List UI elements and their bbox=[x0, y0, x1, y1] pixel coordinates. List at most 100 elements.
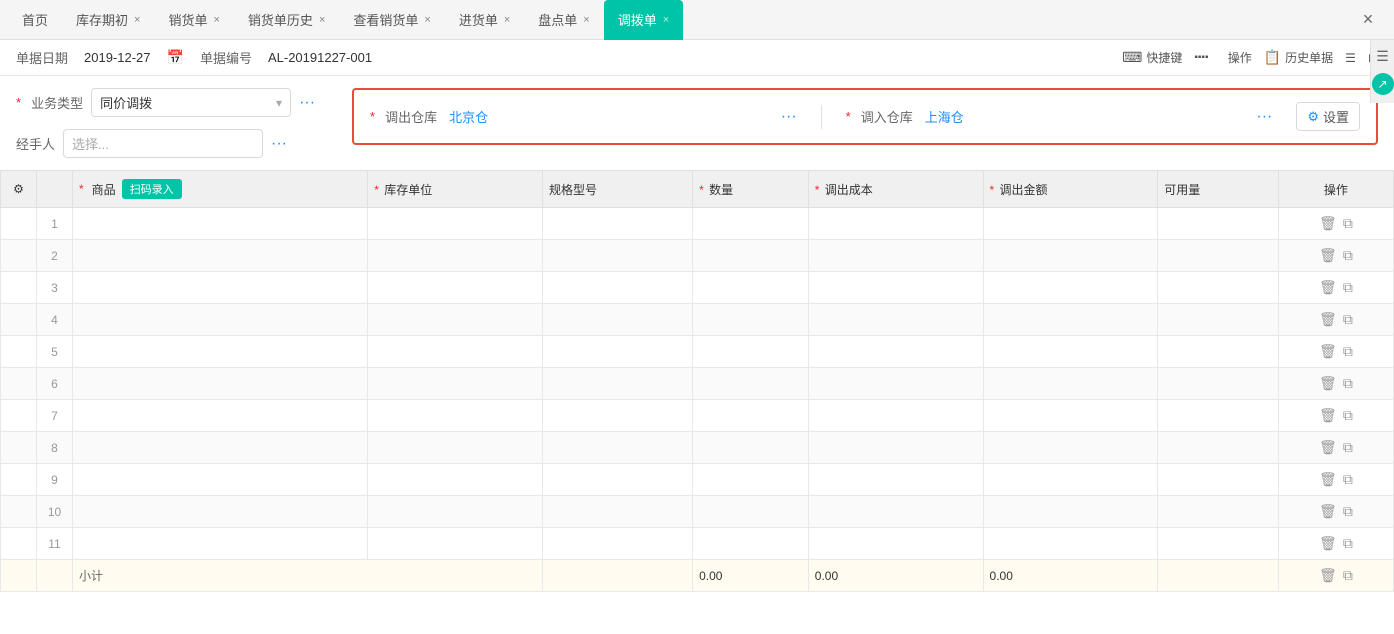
row-product-cell[interactable] bbox=[73, 400, 368, 432]
row-amount-cell[interactable] bbox=[983, 336, 1158, 368]
row-qty-cell[interactable] bbox=[693, 208, 809, 240]
row-spec-cell[interactable] bbox=[542, 304, 692, 336]
row-qty-cell[interactable] bbox=[693, 336, 809, 368]
window-close-button[interactable]: × bbox=[1350, 2, 1386, 38]
row-spec-cell[interactable] bbox=[542, 336, 692, 368]
sidebar-link-icon[interactable]: ↗ bbox=[1372, 73, 1394, 95]
row-product-cell[interactable] bbox=[73, 240, 368, 272]
row-unit-cell[interactable] bbox=[368, 240, 543, 272]
business-type-more-button[interactable]: ··· bbox=[299, 94, 315, 112]
tab-purchase-order[interactable]: 进货单 × bbox=[445, 0, 524, 40]
row-unit-cell[interactable] bbox=[368, 208, 543, 240]
row-product-cell[interactable] bbox=[73, 304, 368, 336]
row-cost-cell[interactable] bbox=[808, 464, 983, 496]
row-product-cell[interactable] bbox=[73, 432, 368, 464]
row-cost-cell[interactable] bbox=[808, 368, 983, 400]
row-unit-cell[interactable] bbox=[368, 304, 543, 336]
row-qty-cell[interactable] bbox=[693, 400, 809, 432]
tab-inventory-init[interactable]: 库存期初 × bbox=[62, 0, 154, 40]
delete-icon[interactable]: 🗑 bbox=[1319, 439, 1337, 456]
row-unit-cell[interactable] bbox=[368, 336, 543, 368]
tab-inventory-check-close[interactable]: × bbox=[583, 14, 589, 26]
delete-icon[interactable]: 🗑 bbox=[1319, 279, 1337, 296]
row-cost-cell[interactable] bbox=[808, 304, 983, 336]
tab-purchase-order-close[interactable]: × bbox=[504, 14, 510, 26]
row-product-cell[interactable] bbox=[73, 496, 368, 528]
row-qty-cell[interactable] bbox=[693, 432, 809, 464]
row-amount-cell[interactable] bbox=[983, 432, 1158, 464]
row-amount-cell[interactable] bbox=[983, 496, 1158, 528]
delete-icon[interactable]: 🗑 bbox=[1319, 247, 1337, 264]
copy-icon[interactable]: ⧉ bbox=[1343, 215, 1353, 232]
delete-icon[interactable]: 🗑 bbox=[1319, 407, 1337, 424]
business-type-select[interactable]: 同价调拨 ▾ bbox=[91, 88, 291, 117]
row-product-cell[interactable] bbox=[73, 336, 368, 368]
row-unit-cell[interactable] bbox=[368, 528, 543, 560]
subtotal-copy-icon[interactable]: ⧉ bbox=[1343, 567, 1353, 584]
row-spec-cell[interactable] bbox=[542, 368, 692, 400]
row-spec-cell[interactable] bbox=[542, 400, 692, 432]
row-qty-cell[interactable] bbox=[693, 528, 809, 560]
row-amount-cell[interactable] bbox=[983, 272, 1158, 304]
row-amount-cell[interactable] bbox=[983, 208, 1158, 240]
row-cost-cell[interactable] bbox=[808, 528, 983, 560]
row-product-cell[interactable] bbox=[73, 464, 368, 496]
delete-icon[interactable]: 🗑 bbox=[1319, 215, 1337, 232]
shortcut-button[interactable]: ⌨ 快捷键 bbox=[1122, 49, 1182, 66]
row-spec-cell[interactable] bbox=[542, 272, 692, 304]
copy-icon[interactable]: ⧉ bbox=[1343, 311, 1353, 328]
operation-button[interactable]: ▪▪▪▪ 操作 bbox=[1194, 49, 1251, 66]
history-button[interactable]: 📋 历史单据 bbox=[1264, 49, 1333, 66]
row-qty-cell[interactable] bbox=[693, 496, 809, 528]
delete-icon[interactable]: 🗑 bbox=[1319, 471, 1337, 488]
row-qty-cell[interactable] bbox=[693, 240, 809, 272]
copy-icon[interactable]: ⧉ bbox=[1343, 247, 1353, 264]
row-amount-cell[interactable] bbox=[983, 400, 1158, 432]
row-cost-cell[interactable] bbox=[808, 336, 983, 368]
delete-icon[interactable]: 🗑 bbox=[1319, 343, 1337, 360]
tab-transfer-order-close[interactable]: × bbox=[663, 14, 669, 26]
warehouse-in-more-button[interactable]: ··· bbox=[1256, 108, 1272, 126]
row-unit-cell[interactable] bbox=[368, 272, 543, 304]
row-product-cell[interactable] bbox=[73, 208, 368, 240]
row-cost-cell[interactable] bbox=[808, 272, 983, 304]
row-qty-cell[interactable] bbox=[693, 272, 809, 304]
row-cost-cell[interactable] bbox=[808, 496, 983, 528]
settings-button[interactable]: ⚙ 设置 bbox=[1296, 102, 1360, 131]
copy-icon[interactable]: ⧉ bbox=[1343, 439, 1353, 456]
agent-select[interactable]: 选择... bbox=[63, 129, 263, 158]
delete-icon[interactable]: 🗑 bbox=[1319, 375, 1337, 392]
row-amount-cell[interactable] bbox=[983, 464, 1158, 496]
row-unit-cell[interactable] bbox=[368, 368, 543, 400]
scan-button[interactable]: 扫码录入 bbox=[122, 179, 182, 199]
row-spec-cell[interactable] bbox=[542, 528, 692, 560]
tab-sales-order-close[interactable]: × bbox=[213, 14, 219, 26]
tab-view-sales[interactable]: 查看销货单 × bbox=[339, 0, 444, 40]
row-spec-cell[interactable] bbox=[542, 496, 692, 528]
row-amount-cell[interactable] bbox=[983, 304, 1158, 336]
row-unit-cell[interactable] bbox=[368, 400, 543, 432]
copy-icon[interactable]: ⧉ bbox=[1343, 375, 1353, 392]
row-spec-cell[interactable] bbox=[542, 240, 692, 272]
row-amount-cell[interactable] bbox=[983, 368, 1158, 400]
copy-icon[interactable]: ⧉ bbox=[1343, 503, 1353, 520]
row-qty-cell[interactable] bbox=[693, 464, 809, 496]
subtotal-delete-icon[interactable]: 🗑 bbox=[1319, 567, 1337, 584]
warehouse-out-more-button[interactable]: ··· bbox=[781, 108, 797, 126]
row-cost-cell[interactable] bbox=[808, 400, 983, 432]
delete-icon[interactable]: 🗑 bbox=[1319, 311, 1337, 328]
row-spec-cell[interactable] bbox=[542, 208, 692, 240]
row-product-cell[interactable] bbox=[73, 272, 368, 304]
tab-inventory-init-close[interactable]: × bbox=[134, 14, 140, 26]
delete-icon[interactable]: 🗑 bbox=[1319, 503, 1337, 520]
tab-inventory-check[interactable]: 盘点单 × bbox=[524, 0, 603, 40]
row-amount-cell[interactable] bbox=[983, 240, 1158, 272]
delete-icon[interactable]: 🗑 bbox=[1319, 535, 1337, 552]
copy-icon[interactable]: ⧉ bbox=[1343, 343, 1353, 360]
tab-view-sales-close[interactable]: × bbox=[424, 14, 430, 26]
tab-transfer-order[interactable]: 调拨单 × bbox=[604, 0, 683, 40]
row-unit-cell[interactable] bbox=[368, 464, 543, 496]
row-spec-cell[interactable] bbox=[542, 432, 692, 464]
copy-icon[interactable]: ⧉ bbox=[1343, 471, 1353, 488]
calendar-icon[interactable]: 📅 bbox=[167, 49, 184, 66]
